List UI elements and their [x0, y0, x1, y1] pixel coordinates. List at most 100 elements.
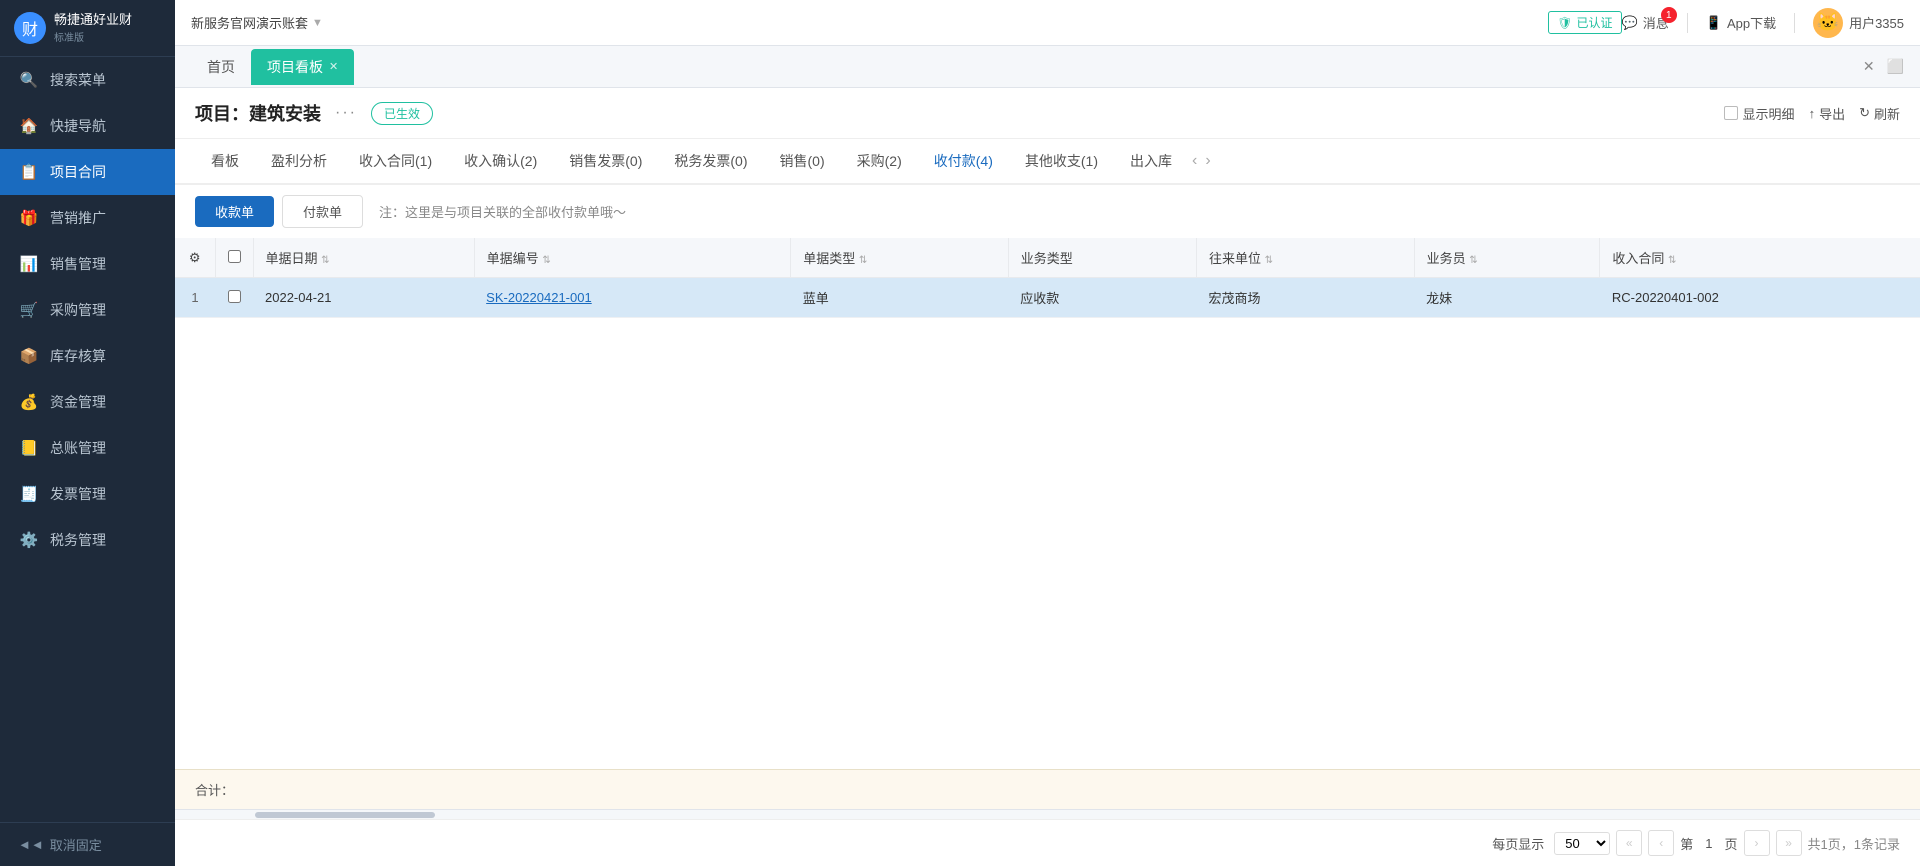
app-download-label: App下载 [1727, 13, 1776, 32]
subnav-tab-sales-invoice[interactable]: 销售发票(0) [553, 139, 658, 185]
subnav-prev-arrow[interactable]: ‹ [1188, 144, 1201, 178]
sidebar-item-label-ledger: 总账管理 [50, 438, 106, 458]
subnav-tab-other-expense-label: 其他收支(1) [1025, 153, 1098, 169]
user-menu[interactable]: 🐱 用户3355 [1813, 8, 1904, 38]
sidebar-item-label-purchase: 采购管理 [50, 300, 106, 320]
sidebar-item-inventory[interactable]: 📦 库存核算 [0, 333, 175, 379]
sidebar-item-marketing[interactable]: 🎁 营销推广 [0, 195, 175, 241]
td-partner: 宏茂商场 [1197, 278, 1415, 318]
sales-icon: 📊 [18, 255, 40, 273]
show-detail-checkbox[interactable]: 显示明细 [1724, 104, 1795, 123]
sort-date-icon: ⇅ [321, 255, 329, 266]
th-staff-label: 业务员 [1427, 251, 1466, 266]
subnav-tab-revenue-confirm[interactable]: 收入确认(2) [448, 139, 553, 185]
sidebar-item-tax[interactable]: ⚙️ 税务管理 [0, 517, 175, 563]
subnav-tab-inout[interactable]: 出入库 [1114, 139, 1188, 185]
sort-partner-icon: ⇅ [1265, 255, 1273, 266]
select-all-checkbox[interactable] [228, 250, 241, 263]
sidebar: 财 畅捷通好业财 标准版 🔍 搜索菜单 🏠 快捷导航 📋 项目合同 🎁 营销推广… [0, 0, 175, 866]
sidebar-item-invoice[interactable]: 🧾 发票管理 [0, 471, 175, 517]
main-content: 新服务官网演示账套 ▼ 🛡 已认证 💬 消息 1 📱 App下载 🐱 用户335… [175, 0, 1920, 866]
unpin-button[interactable]: ◄◄ 取消固定 [0, 822, 175, 866]
sidebar-item-label-search: 搜索菜单 [50, 70, 106, 90]
row-checkbox[interactable] [228, 290, 241, 303]
app-edition: 标准版 [54, 29, 132, 44]
subnav-next-arrow[interactable]: › [1201, 144, 1214, 178]
project-header: 项目：建筑安装 ··· 已生效 显示明细 ↑ 导出 ↻ 刷新 [175, 88, 1920, 139]
th-biz-type: 业务类型 [1008, 238, 1196, 278]
td-number: SK-20220421-001 [474, 278, 791, 318]
subtab-note: 注：这里是与项目关联的全部收付款单哦～ [379, 202, 626, 221]
sidebar-item-search[interactable]: 🔍 搜索菜单 [0, 57, 175, 103]
sort-staff-icon: ⇅ [1469, 255, 1477, 266]
marketing-icon: 🎁 [18, 209, 40, 227]
subnav-tab-other-expense[interactable]: 其他收支(1) [1009, 139, 1114, 185]
sidebar-item-label-invoice: 发票管理 [50, 484, 106, 504]
sidebar-item-label-sales: 销售管理 [50, 254, 106, 274]
first-page-button[interactable]: « [1616, 830, 1642, 856]
subnav-tab-revenue-contract[interactable]: 收入合同(1) [343, 139, 448, 185]
per-page-select[interactable]: 50 20 100 [1554, 832, 1610, 855]
subnav-tab-tax-invoice[interactable]: 税务发票(0) [658, 139, 763, 185]
prev-page-button[interactable]: ‹ [1648, 830, 1674, 856]
sidebar-item-purchase[interactable]: 🛒 采购管理 [0, 287, 175, 333]
app-name: 畅捷通好业财 [54, 12, 132, 29]
refresh-button[interactable]: ↻ 刷新 [1859, 104, 1900, 123]
sidebar-item-project[interactable]: 📋 项目合同 [0, 149, 175, 195]
next-page-button[interactable]: › [1744, 830, 1770, 856]
subtab-receipt-button[interactable]: 收款单 [195, 196, 274, 227]
subnav-tab-sales[interactable]: 销售(0) [764, 139, 841, 185]
scroll-thumb[interactable] [255, 812, 435, 818]
th-staff[interactable]: 业务员 ⇅ [1414, 238, 1600, 278]
sidebar-item-finance[interactable]: 💰 资金管理 [0, 379, 175, 425]
sort-contract-icon: ⇅ [1668, 255, 1676, 266]
horizontal-scrollbar[interactable] [175, 809, 1920, 819]
tax-icon: ⚙️ [18, 531, 40, 549]
td-number-link[interactable]: SK-20220421-001 [486, 290, 592, 305]
message-button[interactable]: 💬 消息 1 [1622, 13, 1669, 32]
th-number[interactable]: 单据编号 ⇅ [474, 238, 791, 278]
window-controls: ✕ ⬜ [1863, 58, 1904, 75]
subnav-tab-board[interactable]: 看板 [195, 139, 255, 185]
export-button[interactable]: ↑ 导出 [1809, 104, 1846, 123]
tab-project-board[interactable]: 项目看板 ✕ [251, 49, 354, 85]
app-download-button[interactable]: 📱 App下载 [1706, 13, 1776, 32]
logo-icon: 财 [14, 12, 46, 44]
sort-number-icon: ⇅ [542, 255, 550, 266]
unpin-label: 取消固定 [50, 835, 102, 854]
user-label: 用户3355 [1849, 13, 1904, 32]
sidebar-item-sales[interactable]: 📊 销售管理 [0, 241, 175, 287]
subtab-payment-button[interactable]: 付款单 [282, 195, 363, 228]
sidebar-item-ledger[interactable]: 📒 总账管理 [0, 425, 175, 471]
inventory-icon: 📦 [18, 347, 40, 365]
th-partner[interactable]: 往来单位 ⇅ [1197, 238, 1415, 278]
th-settings[interactable]: ⚙ [175, 238, 215, 278]
close-window-icon[interactable]: ✕ [1863, 58, 1875, 75]
td-biz-type: 应收款 [1008, 278, 1196, 318]
per-page-label: 每页显示 [1492, 834, 1544, 853]
th-date[interactable]: 单据日期 ⇅ [253, 238, 474, 278]
maximize-window-icon[interactable]: ⬜ [1887, 58, 1904, 75]
subnav-tab-receipts[interactable]: 收付款(4) [918, 139, 1009, 185]
project-status-badge: 已生效 [371, 102, 433, 125]
th-partner-label: 往来单位 [1209, 251, 1261, 266]
message-count-badge: 1 [1661, 7, 1677, 23]
tab-home[interactable]: 首页 [191, 49, 251, 85]
subnav-tab-profit[interactable]: 盈利分析 [255, 139, 343, 185]
td-date: 2022-04-21 [253, 278, 474, 318]
account-dropdown-icon: ▼ [312, 17, 323, 29]
project-more-button[interactable]: ··· [335, 104, 357, 122]
sidebar-item-shortcut[interactable]: 🏠 快捷导航 [0, 103, 175, 149]
account-selector[interactable]: 新服务官网演示账套 ▼ [191, 13, 327, 32]
page-label-text: 第 [1680, 834, 1693, 853]
project-actions: 显示明细 ↑ 导出 ↻ 刷新 [1724, 104, 1900, 123]
th-contract[interactable]: 收入合同 ⇅ [1600, 238, 1920, 278]
last-page-button[interactable]: » [1776, 830, 1802, 856]
th-type[interactable]: 单据类型 ⇅ [791, 238, 1009, 278]
tab-close-icon[interactable]: ✕ [329, 60, 338, 73]
subnav-tab-purchase[interactable]: 采购(2) [841, 139, 918, 185]
ledger-icon: 📒 [18, 439, 40, 457]
pagination: 每页显示 50 20 100 « ‹ 第 1 页 › » 共1页，1条记录 [175, 819, 1920, 866]
td-contract: RC-20220401-002 [1600, 278, 1920, 318]
settings-icon: ⚙ [189, 250, 201, 265]
